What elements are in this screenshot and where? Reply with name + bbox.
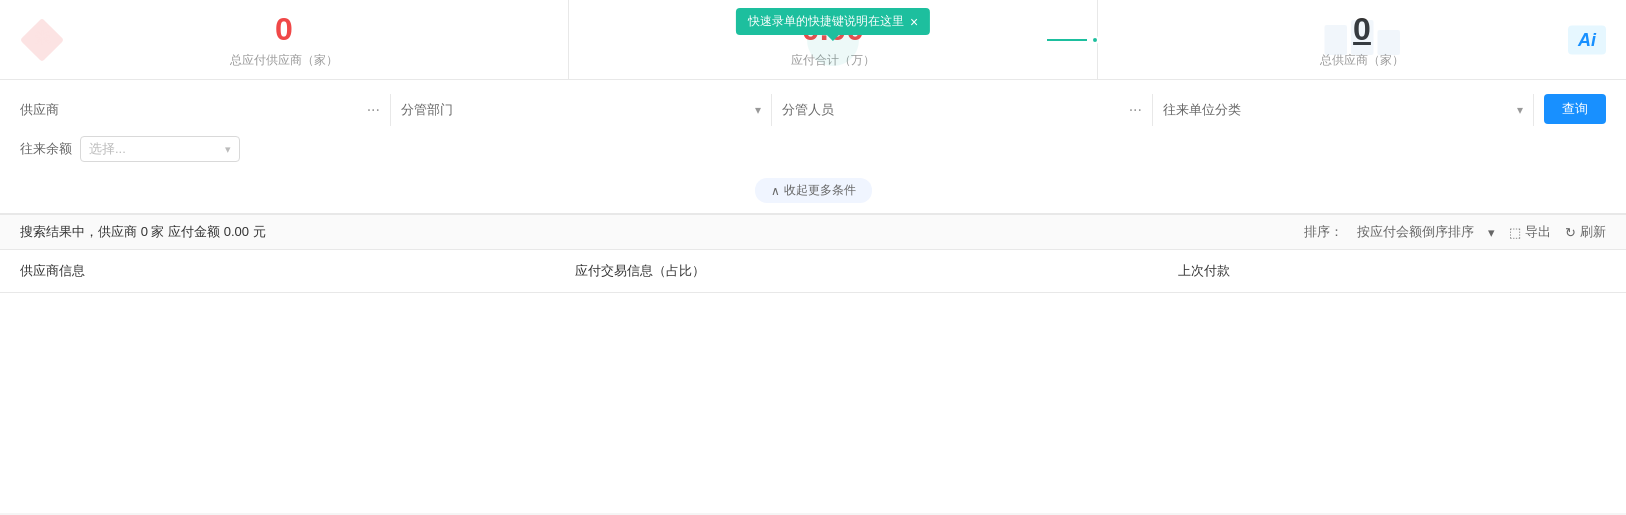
supplier-label: 供应商 (20, 101, 59, 119)
collapse-icon: ∧ (771, 184, 780, 198)
col-transaction-header: 应付交易信息（占比） (575, 262, 1178, 280)
table-body (0, 293, 1626, 513)
tooltip-connector-dot (1091, 36, 1099, 44)
collapse-bar: ∧ 收起更多条件 (20, 172, 1606, 213)
supplier-dots-btn[interactable]: ··· (367, 101, 380, 119)
stats-bar: 米 0 总应付供应商（家） 快速录单的快捷键说明在这里 × 米 0.00 应付合… (0, 0, 1626, 80)
balance-arrow: ▾ (225, 143, 231, 156)
dept-label: 分管部门 (401, 101, 453, 119)
person-input[interactable] (842, 103, 1121, 118)
table-header: 供应商信息 应付交易信息（占比） 上次付款 (0, 250, 1626, 293)
filter-dept: 分管部门 ▾ (391, 94, 772, 126)
collapse-text: 收起更多条件 (784, 182, 856, 199)
filter-person: 分管人员 ··· (772, 94, 1153, 126)
filters-area: 供应商 ··· 分管部门 ▾ 分管人员 ··· 往来单位分类 ▾ 查询 往来余额… (0, 80, 1626, 214)
dept-arrow[interactable]: ▾ (755, 103, 761, 117)
boxes-icon (1322, 12, 1402, 67)
unit-class-input[interactable] (1249, 103, 1509, 118)
unit-class-label: 往来单位分类 (1163, 101, 1241, 119)
person-dots-btn[interactable]: ··· (1129, 101, 1142, 119)
stat-payable-total: 快速录单的快捷键说明在这里 × 米 0.00 应付合计（万） (569, 0, 1098, 79)
total-payable-number: 0 (275, 10, 293, 48)
svg-rect-4 (1325, 25, 1348, 55)
export-icon: ⬚ (1509, 225, 1521, 240)
svg-rect-5 (1351, 20, 1374, 55)
query-button[interactable]: 查询 (1544, 94, 1606, 124)
svg-text:米: 米 (34, 29, 51, 45)
balance-placeholder: 选择... (89, 140, 126, 158)
collapse-button[interactable]: ∧ 收起更多条件 (755, 178, 872, 203)
diamond-icon: 米 (16, 14, 68, 66)
balance-select[interactable]: 选择... ▾ (80, 136, 240, 162)
results-supplier-count: 0 (141, 224, 148, 239)
total-payable-label: 总应付供应商（家） (230, 52, 338, 69)
supplier-input[interactable] (67, 103, 359, 118)
col-lastpay-header: 上次付款 (1178, 262, 1606, 280)
sort-option[interactable]: 按应付会额倒序排序 (1357, 223, 1474, 241)
refresh-btn[interactable]: ↻ 刷新 (1565, 223, 1606, 241)
sort-label: 排序： (1304, 223, 1343, 241)
dept-input[interactable] (461, 103, 747, 118)
stat-total-suppliers: 0 总供应商（家） Ai (1098, 0, 1626, 79)
filter-unit-class: 往来单位分类 ▾ (1153, 94, 1534, 126)
results-info: 搜索结果中，供应商 0 家 应付金额 0.00 元 (20, 223, 266, 241)
refresh-label: 刷新 (1580, 223, 1606, 241)
ai-badge[interactable]: Ai (1568, 25, 1606, 54)
refresh-icon: ↻ (1565, 225, 1576, 240)
col-supplier-header: 供应商信息 (20, 262, 575, 280)
results-info-suffix: 元 (253, 224, 266, 239)
tooltip-close-btn[interactable]: × (910, 15, 918, 29)
balance-label: 往来余额 (20, 140, 72, 158)
results-info-prefix: 搜索结果中，供应商 (20, 224, 137, 239)
results-info-mid: 家 应付金额 (151, 224, 220, 239)
stat-total-payable: 米 0 总应付供应商（家） (0, 0, 569, 79)
filter-row-1: 供应商 ··· 分管部门 ▾ 分管人员 ··· 往来单位分类 ▾ 查询 (20, 94, 1606, 126)
filter-supplier: 供应商 ··· (20, 94, 391, 126)
results-bar: 搜索结果中，供应商 0 家 应付金额 0.00 元 排序： 按应付会额倒序排序 … (0, 214, 1626, 250)
sort-arrow[interactable]: ▾ (1488, 225, 1495, 240)
svg-rect-6 (1378, 30, 1401, 55)
tooltip-text: 快速录单的快捷键说明在这里 (748, 13, 904, 30)
person-label: 分管人员 (782, 101, 834, 119)
results-actions: 排序： 按应付会额倒序排序 ▾ ⬚ 导出 ↻ 刷新 (1304, 223, 1606, 241)
export-btn[interactable]: ⬚ 导出 (1509, 223, 1551, 241)
export-label: 导出 (1525, 223, 1551, 241)
filter-row-2: 往来余额 选择... ▾ (20, 136, 1606, 162)
tooltip-bubble: 快速录单的快捷键说明在这里 × (736, 8, 930, 35)
results-amount: 0.00 (224, 224, 249, 239)
unit-class-arrow[interactable]: ▾ (1517, 103, 1523, 117)
